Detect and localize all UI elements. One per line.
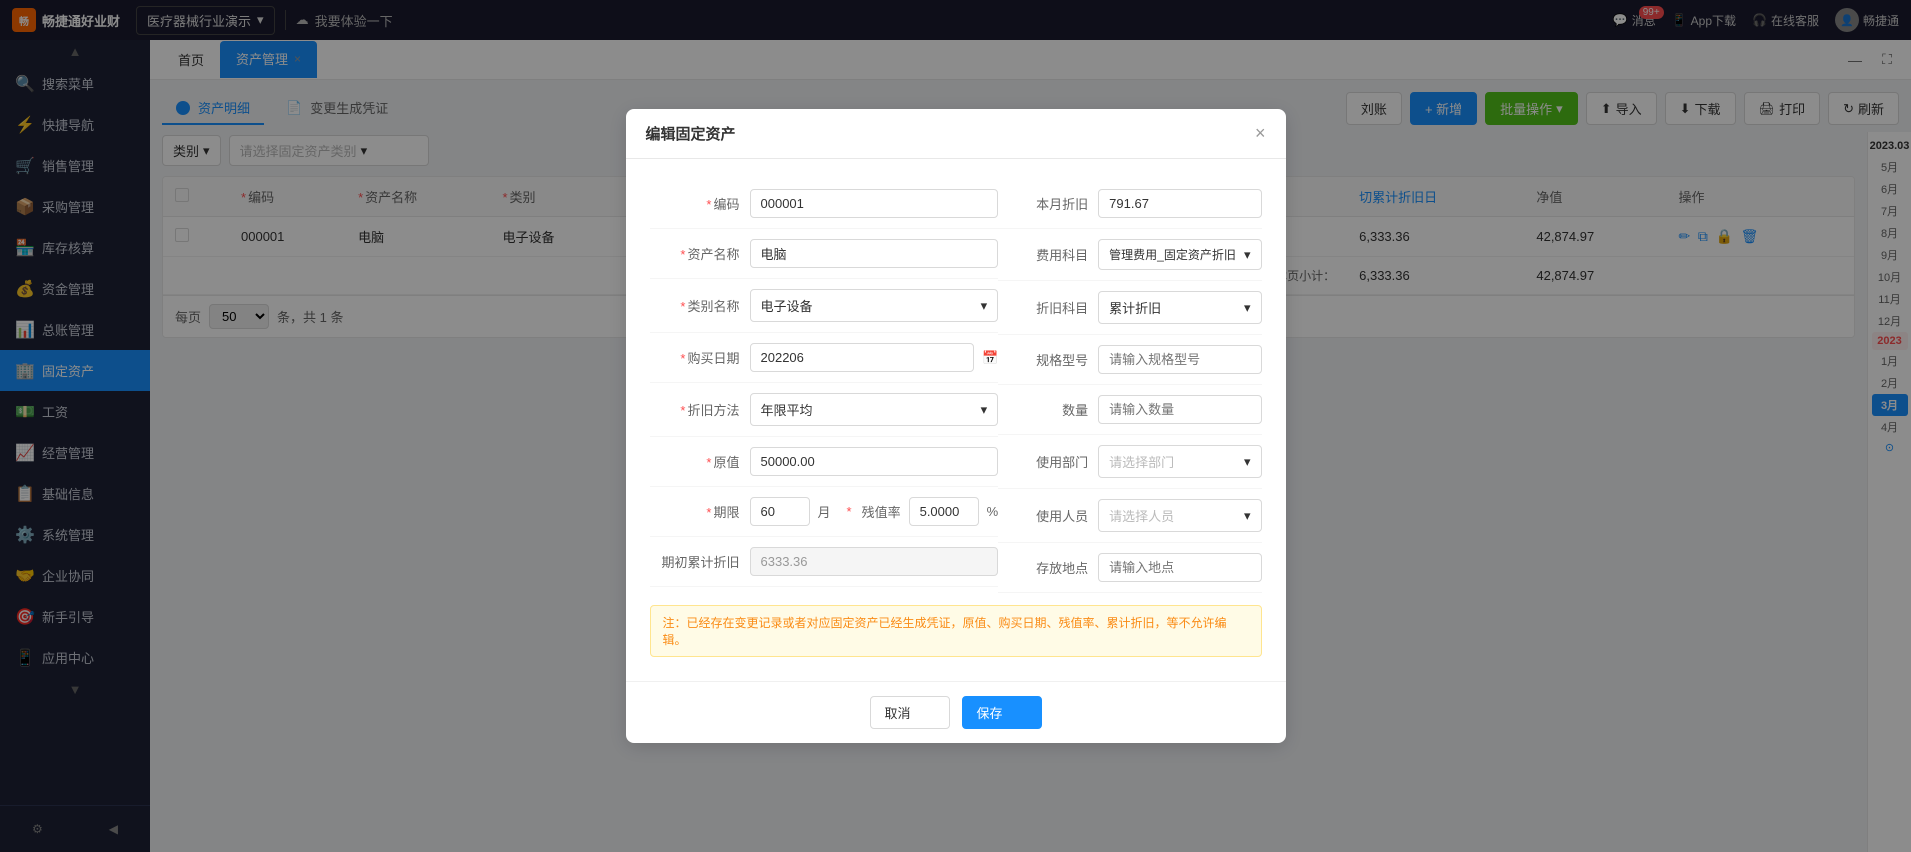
buy-date-label: *购买日期 xyxy=(650,348,750,367)
period-control: 月 * 残值率 % xyxy=(750,497,999,526)
method-select[interactable]: 年限平均 ▾ xyxy=(750,393,999,426)
cancel-btn[interactable]: 取消 xyxy=(870,696,950,729)
dept-control: 请选择部门 ▾ xyxy=(1098,445,1261,478)
buy-date-control: 📅 xyxy=(750,343,999,372)
expense-subject-chevron: ▾ xyxy=(1244,247,1251,263)
dept-select[interactable]: 请选择部门 ▾ xyxy=(1098,445,1261,478)
initial-accum-label: 期初累计折旧 xyxy=(650,552,750,571)
calendar-icon[interactable]: 📅 xyxy=(982,350,998,366)
original-control xyxy=(750,447,999,476)
form-row-original: *原值 xyxy=(650,437,999,487)
method-chevron: ▾ xyxy=(981,402,988,418)
form-row-code: *编码 xyxy=(650,179,999,229)
period-unit: 月 xyxy=(818,502,831,521)
category-select-chevron: ▾ xyxy=(981,298,988,314)
residual-unit: % xyxy=(987,504,999,519)
buy-date-inline: 📅 xyxy=(750,343,999,372)
form-row-period: *期限 月 * 残值率 % xyxy=(650,487,999,537)
location-input[interactable] xyxy=(1098,553,1261,582)
month-depr-input[interactable] xyxy=(1098,189,1261,218)
residual-label-inline: 残值率 xyxy=(862,502,901,521)
person-chevron: ▾ xyxy=(1244,508,1251,524)
dept-chevron: ▾ xyxy=(1244,454,1251,470)
buy-date-input[interactable] xyxy=(750,343,974,372)
modal-note: 注：已经存在变更记录或者对应固定资产已经生成凭证，原值、购买日期、残值率、累计折… xyxy=(650,605,1262,657)
category-select[interactable]: 电子设备 ▾ xyxy=(750,289,999,322)
depr-subject-value: 累计折旧 xyxy=(1109,298,1161,317)
quantity-input[interactable] xyxy=(1098,395,1261,424)
depr-subject-label: 折旧科目 xyxy=(998,298,1098,317)
form-row-buy-date: *购买日期 📅 xyxy=(650,333,999,383)
form-grid: *编码 *资产名称 xyxy=(650,179,1262,593)
month-depr-control xyxy=(1098,189,1261,218)
month-depr-label: 本月折旧 xyxy=(998,194,1098,213)
name-control xyxy=(750,239,999,268)
name-input[interactable] xyxy=(750,239,999,268)
quantity-label: 数量 xyxy=(998,400,1098,419)
initial-accum-input[interactable] xyxy=(750,547,999,576)
period-inline: 月 * 残值率 % xyxy=(750,497,999,526)
code-input[interactable] xyxy=(750,189,999,218)
form-row-category: *类别名称 电子设备 ▾ xyxy=(650,279,999,333)
form-left: *编码 *资产名称 xyxy=(650,179,999,593)
original-label: *原值 xyxy=(650,452,750,471)
form-row-spec: 规格型号 xyxy=(998,335,1261,385)
form-row-dept: 使用部门 请选择部门 ▾ xyxy=(998,435,1261,489)
form-row-month-depr: 本月折旧 xyxy=(998,179,1261,229)
modal-body: *编码 *资产名称 xyxy=(626,159,1286,681)
form-row-location: 存放地点 xyxy=(998,543,1261,593)
modal-footer: 取消 保存 xyxy=(626,681,1286,743)
dept-label: 使用部门 xyxy=(998,452,1098,471)
location-control xyxy=(1098,553,1261,582)
location-label: 存放地点 xyxy=(998,558,1098,577)
code-control xyxy=(750,189,999,218)
modal-header: 编辑固定资产 × xyxy=(626,109,1286,159)
person-label: 使用人员 xyxy=(998,506,1098,525)
form-row-quantity: 数量 xyxy=(998,385,1261,435)
save-btn[interactable]: 保存 xyxy=(962,696,1042,729)
person-placeholder: 请选择人员 xyxy=(1109,506,1174,525)
residual-input[interactable] xyxy=(909,497,979,526)
person-select[interactable]: 请选择人员 ▾ xyxy=(1098,499,1261,532)
spec-input[interactable] xyxy=(1098,345,1261,374)
spec-label: 规格型号 xyxy=(998,350,1098,369)
form-row-initial-accum: 期初累计折旧 xyxy=(650,537,999,587)
form-right: 本月折旧 费用科目 管理费用_固定资产折旧 xyxy=(998,179,1261,593)
form-row-expense-subject: 费用科目 管理费用_固定资产折旧 ▾ xyxy=(998,229,1261,281)
depr-subject-chevron: ▾ xyxy=(1244,300,1251,316)
expense-subject-select[interactable]: 管理费用_固定资产折旧 ▾ xyxy=(1098,239,1261,270)
quantity-control xyxy=(1098,395,1261,424)
cancel-label: 取消 xyxy=(885,703,911,722)
category-value: 电子设备 xyxy=(761,296,813,315)
expense-subject-label: 费用科目 xyxy=(998,245,1098,264)
method-label: *折旧方法 xyxy=(650,400,750,419)
spec-control xyxy=(1098,345,1261,374)
modal-overlay: 编辑固定资产 × *编码 xyxy=(0,0,1911,852)
form-row-person: 使用人员 请选择人员 ▾ xyxy=(998,489,1261,543)
method-value: 年限平均 xyxy=(761,400,813,419)
modal-title: 编辑固定资产 xyxy=(646,123,736,144)
dept-placeholder: 请选择部门 xyxy=(1109,452,1174,471)
depr-subject-control: 累计折旧 ▾ xyxy=(1098,291,1261,324)
initial-accum-control xyxy=(750,547,999,576)
form-row-name: *资产名称 xyxy=(650,229,999,279)
category-label: *类别名称 xyxy=(650,296,750,315)
expense-subject-control: 管理费用_固定资产折旧 ▾ xyxy=(1098,239,1261,270)
period-label: *期限 xyxy=(650,502,750,521)
save-label: 保存 xyxy=(977,703,1003,722)
original-input[interactable] xyxy=(750,447,999,476)
period-input[interactable] xyxy=(750,497,810,526)
expense-subject-value: 管理费用_固定资产折旧 xyxy=(1109,246,1236,263)
edit-asset-modal: 编辑固定资产 × *编码 xyxy=(626,109,1286,743)
form-row-depr-subject: 折旧科目 累计折旧 ▾ xyxy=(998,281,1261,335)
depr-subject-select[interactable]: 累计折旧 ▾ xyxy=(1098,291,1261,324)
form-row-method: *折旧方法 年限平均 ▾ xyxy=(650,383,999,437)
modal-close-btn[interactable]: × xyxy=(1255,123,1266,144)
category-control: 电子设备 ▾ xyxy=(750,289,999,322)
code-label: *编码 xyxy=(650,194,750,213)
person-control: 请选择人员 ▾ xyxy=(1098,499,1261,532)
method-control: 年限平均 ▾ xyxy=(750,393,999,426)
name-label: *资产名称 xyxy=(650,244,750,263)
